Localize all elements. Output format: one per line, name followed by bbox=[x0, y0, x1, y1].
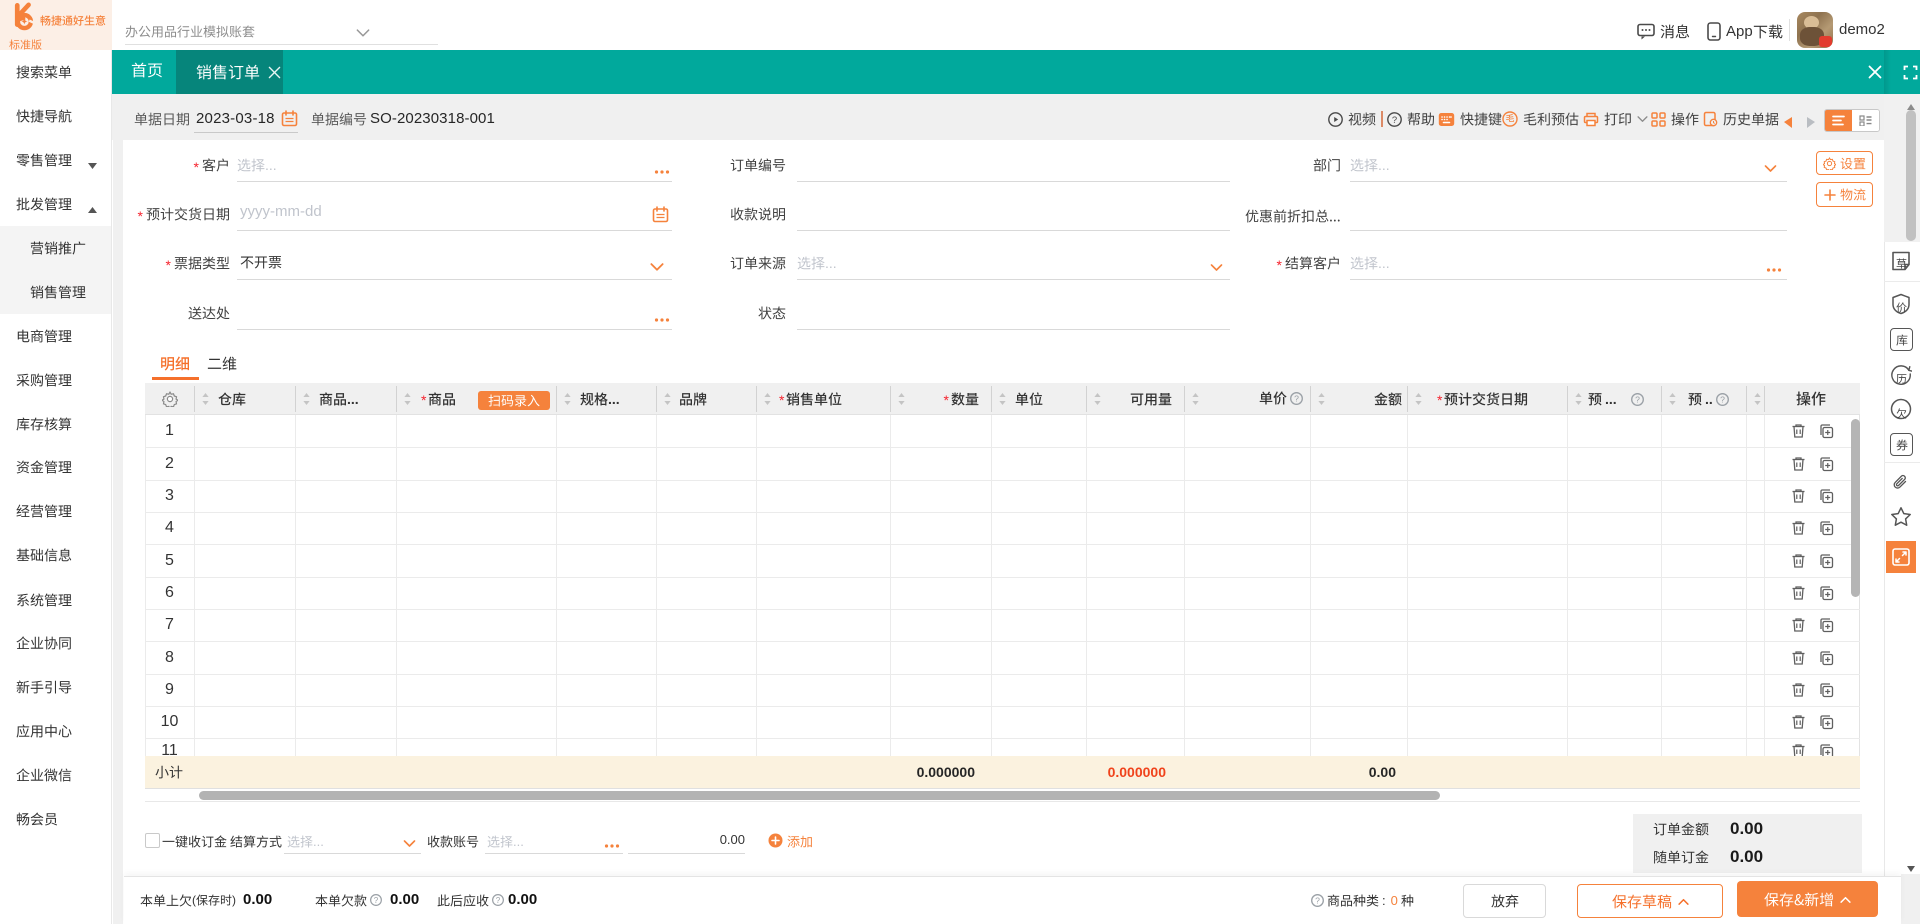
svg-text:?: ? bbox=[1635, 394, 1640, 404]
svg-text:?: ? bbox=[1294, 393, 1299, 403]
svg-text:?: ? bbox=[1392, 115, 1397, 126]
svg-text:?: ? bbox=[374, 896, 379, 905]
svg-text:?: ? bbox=[1315, 895, 1320, 905]
svg-text:?: ? bbox=[1720, 394, 1725, 404]
svg-text:?: ? bbox=[496, 896, 501, 905]
